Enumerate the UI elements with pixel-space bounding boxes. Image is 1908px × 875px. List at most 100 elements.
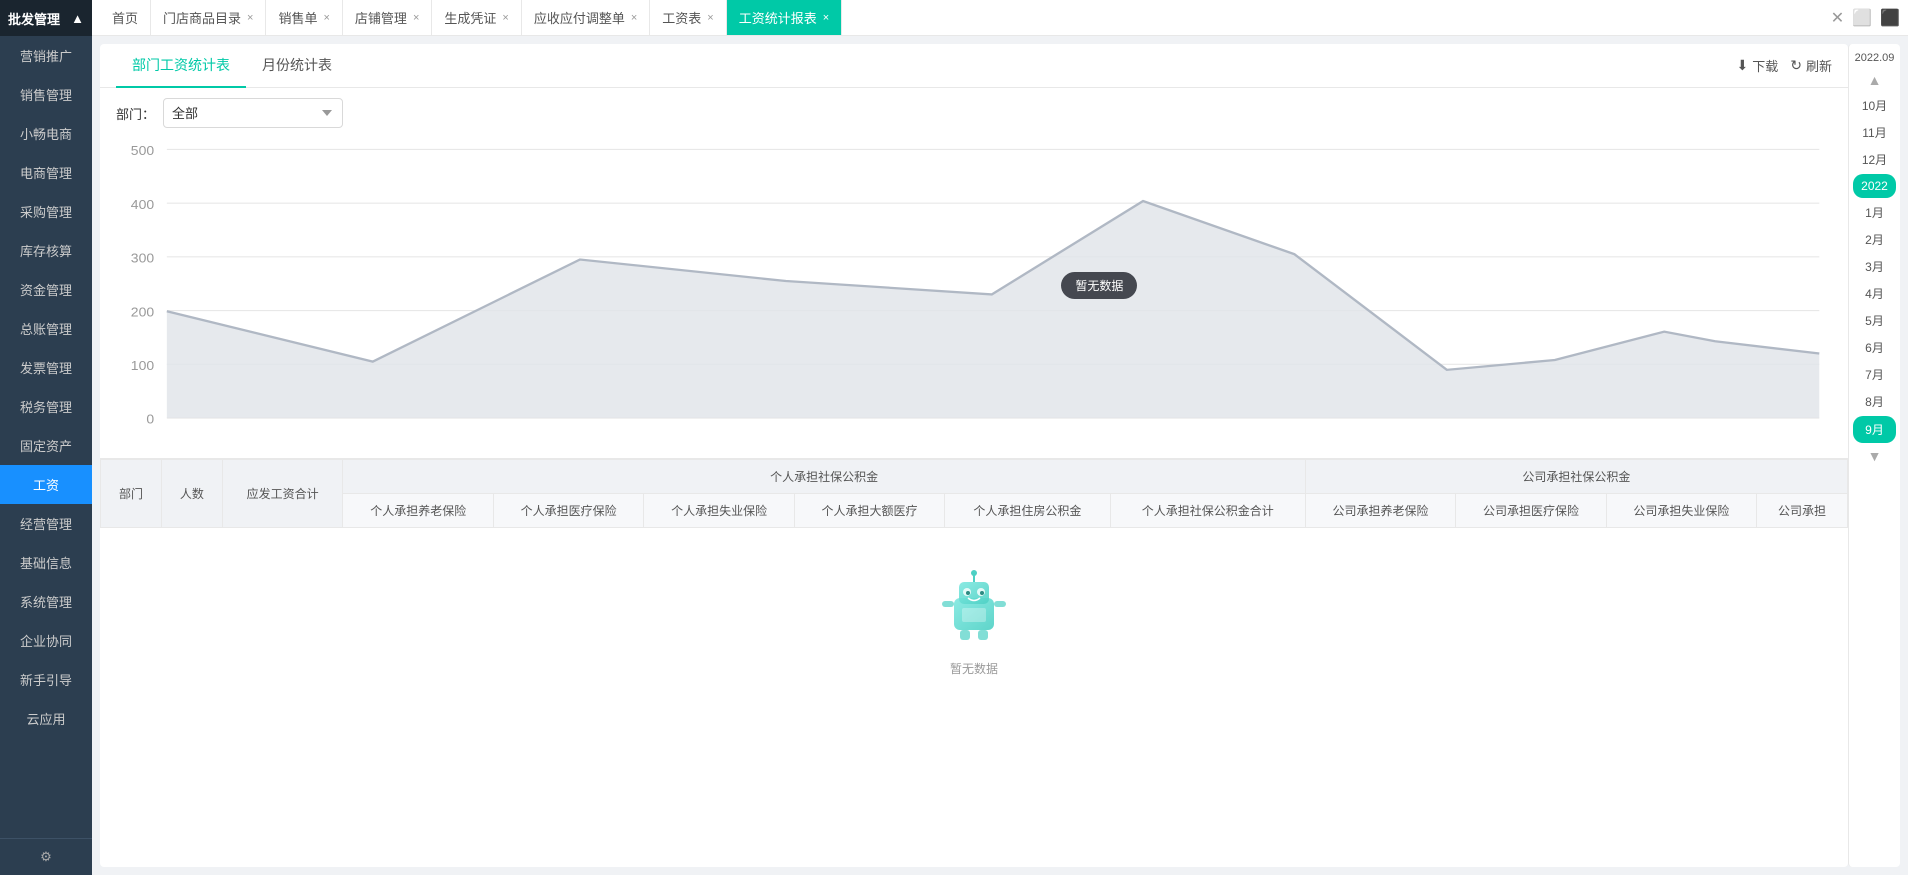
timeline-month-5[interactable]: 5月: [1849, 307, 1900, 334]
sidebar-item-enterprise[interactable]: 企业协同: [0, 621, 92, 660]
download-icon: ⬇: [1737, 57, 1749, 74]
toolbar: 部门： 全部: [100, 88, 1848, 138]
timeline-month-1[interactable]: 1月: [1849, 199, 1900, 226]
timeline-month-6[interactable]: 6月: [1849, 334, 1900, 361]
timeline-year-2022[interactable]: 2022: [1853, 174, 1896, 198]
data-table: 部门 人数 应发工资合计 个人承担社保公积金 公司承担社保公积金 个人承担养老保…: [100, 459, 1848, 717]
sidebar-item-sales[interactable]: 销售管理: [0, 75, 92, 114]
sidebar-item-basic[interactable]: 基础信息: [0, 543, 92, 582]
tab-sales-order[interactable]: 销售单 ×: [266, 0, 342, 36]
tab-home[interactable]: 首页: [100, 0, 151, 36]
sub-tab-monthly-stats[interactable]: 月份统计表: [246, 44, 348, 88]
tab-production-close[interactable]: ×: [502, 12, 508, 24]
col-personal-bigmedical: 个人承担大额医疗: [794, 494, 944, 528]
tab-receivable-close[interactable]: ×: [631, 12, 637, 24]
tab-receivable[interactable]: 应收应付调整单 ×: [522, 0, 650, 36]
chart-container: 500 400 300 200 100 0: [100, 138, 1848, 458]
tab-production-label: 生成凭证: [444, 8, 496, 27]
tab-restore-icon[interactable]: ⬜: [1852, 8, 1872, 28]
timeline-month-9[interactable]: 9月: [1853, 416, 1896, 443]
tab-catalog-label: 门店商品目录: [163, 8, 241, 27]
right-sidebar: 2022.09 ▲ 10月 11月 12月 2022 1月 2月 3月 4月 5…: [1848, 44, 1900, 867]
sidebar-toggle-icon[interactable]: ▲: [71, 11, 84, 26]
tab-store-close[interactable]: ×: [413, 12, 419, 24]
tab-receivable-label: 应收应付调整单: [534, 8, 625, 27]
sidebar-item-guide[interactable]: 新手引导: [0, 660, 92, 699]
timeline-month-3[interactable]: 3月: [1849, 253, 1900, 280]
tab-payroll-report[interactable]: 工资统计报表 ×: [727, 0, 842, 36]
sidebar-item-tax[interactable]: 税务管理: [0, 387, 92, 426]
tab-payroll-table[interactable]: 工资表 ×: [650, 0, 726, 36]
dept-select[interactable]: 全部: [163, 98, 343, 128]
download-button[interactable]: ⬇ 下载: [1737, 56, 1779, 75]
col-total-salary: 应发工资合计: [222, 460, 343, 528]
sidebar-item-purchase[interactable]: 采购管理: [0, 192, 92, 231]
sidebar-item-payroll[interactable]: 工资: [0, 465, 92, 504]
col-personal-total: 个人承担社保公积金合计: [1110, 494, 1305, 528]
col-company-pension: 公司承担养老保险: [1305, 494, 1455, 528]
empty-state: 暂无数据: [101, 528, 1848, 717]
sidebar-settings[interactable]: ⚙: [0, 838, 92, 875]
col-count: 人数: [161, 460, 222, 528]
tabbar: 首页 门店商品目录 × 销售单 × 店铺管理 × 生成凭证 × 应收应付调整单 …: [92, 0, 1908, 36]
sub-tab-monthly-stats-label: 月份统计表: [262, 55, 332, 75]
tab-production[interactable]: 生成凭证 ×: [432, 0, 521, 36]
svg-text:200: 200: [131, 305, 154, 319]
chart-tooltip: 暂无数据: [1061, 272, 1137, 299]
sidebar-item-ecommerce[interactable]: 电商管理: [0, 153, 92, 192]
col-company-unemployment: 公司承担失业保险: [1606, 494, 1756, 528]
sidebar-item-marketing[interactable]: 营销推广: [0, 36, 92, 75]
sub-tab-dept-stats[interactable]: 部门工资统计表: [116, 44, 246, 88]
table-container[interactable]: 部门 人数 应发工资合计 个人承担社保公积金 公司承担社保公积金 个人承担养老保…: [100, 458, 1848, 867]
tab-payroll-report-close[interactable]: ×: [823, 12, 829, 24]
tab-close-all-icon[interactable]: ✕: [1831, 8, 1844, 28]
empty-text: 暂无数据: [950, 660, 998, 677]
chart-tooltip-text: 暂无数据: [1075, 279, 1123, 293]
sidebar-item-system[interactable]: 系统管理: [0, 582, 92, 621]
timeline-down-arrow[interactable]: ▼: [1864, 444, 1886, 468]
refresh-button[interactable]: ↻ 刷新: [1790, 56, 1832, 75]
sidebar-item-invoice[interactable]: 发票管理: [0, 348, 92, 387]
timeline-month-7[interactable]: 7月: [1849, 361, 1900, 388]
svg-text:300: 300: [131, 251, 154, 265]
tab-sales-order-close[interactable]: ×: [323, 12, 329, 24]
sidebar-header: 批发管理 ▲: [0, 0, 92, 36]
sidebar-item-accounting[interactable]: 总账管理: [0, 309, 92, 348]
timeline-month-11[interactable]: 11月: [1849, 119, 1900, 146]
timeline-month-2[interactable]: 2月: [1849, 226, 1900, 253]
tab-catalog-close[interactable]: ×: [247, 12, 253, 24]
sidebar-item-finance[interactable]: 资金管理: [0, 270, 92, 309]
tab-payroll-table-close[interactable]: ×: [707, 12, 713, 24]
sidebar-item-ecommerce-small[interactable]: 小畅电商: [0, 114, 92, 153]
timeline-month-12[interactable]: 12月: [1849, 146, 1900, 173]
refresh-label: 刷新: [1806, 56, 1832, 75]
sidebar-item-assets[interactable]: 固定资产: [0, 426, 92, 465]
col-group-company: 公司承担社保公积金: [1305, 460, 1847, 494]
col-personal-housing: 个人承担住房公积金: [945, 494, 1110, 528]
empty-row: 暂无数据: [101, 528, 1848, 718]
content-area: 部门工资统计表 月份统计表 ⬇ 下载 ↻ 刷新: [92, 36, 1908, 875]
col-personal-unemployment: 个人承担失业保险: [644, 494, 794, 528]
sidebar-title: 批发管理: [8, 9, 60, 28]
timeline-up-arrow[interactable]: ▲: [1864, 68, 1886, 92]
timeline-month-4[interactable]: 4月: [1849, 280, 1900, 307]
tab-minimize-icon[interactable]: ⬛: [1880, 8, 1900, 28]
tab-store[interactable]: 店铺管理 ×: [343, 0, 432, 36]
sidebar: 批发管理 ▲ 营销推广 销售管理 小畅电商 电商管理 采购管理 库存核算 资金管…: [0, 0, 92, 875]
tab-payroll-report-label: 工资统计报表: [739, 8, 817, 27]
tab-store-label: 店铺管理: [355, 8, 407, 27]
download-label: 下载: [1752, 56, 1778, 75]
toolbar-right: ⬇ 下载 ↻ 刷新: [1737, 56, 1833, 75]
sidebar-item-cloud[interactable]: 云应用: [0, 699, 92, 738]
col-group-personal: 个人承担社保公积金: [343, 460, 1305, 494]
sidebar-item-inventory[interactable]: 库存核算: [0, 231, 92, 270]
sidebar-item-operations[interactable]: 经营管理: [0, 504, 92, 543]
main-panel: 部门工资统计表 月份统计表 ⬇ 下载 ↻ 刷新: [100, 44, 1848, 867]
svg-text:100: 100: [131, 359, 154, 373]
tab-sales-order-label: 销售单: [278, 8, 317, 27]
tab-catalog[interactable]: 门店商品目录 ×: [151, 0, 266, 36]
timeline-month-8[interactable]: 8月: [1849, 388, 1900, 415]
col-personal-pension: 个人承担养老保险: [343, 494, 493, 528]
timeline-month-10[interactable]: 10月: [1849, 92, 1900, 119]
refresh-icon: ↻: [1790, 57, 1802, 74]
